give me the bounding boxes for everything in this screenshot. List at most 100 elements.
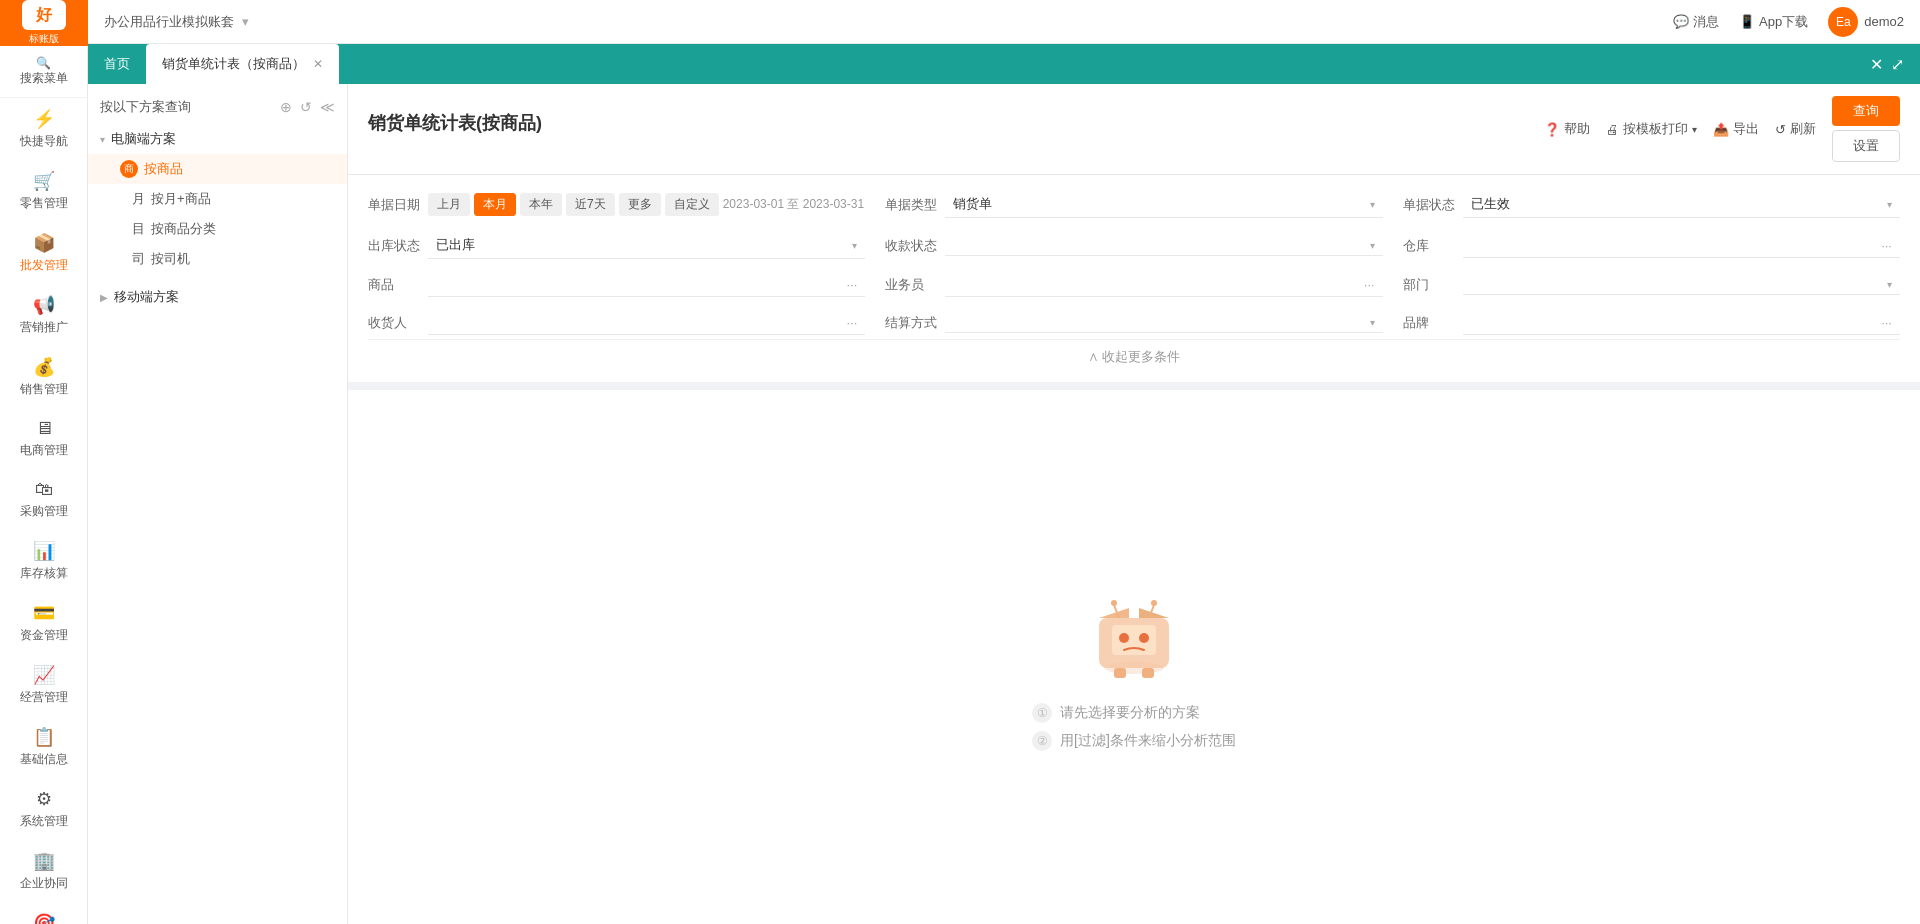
out-status-control[interactable]: 已出库 ▾ <box>428 232 865 259</box>
print-icon: 🖨 <box>1606 122 1619 137</box>
filter-department: 部门 ▾ <box>1403 275 1900 295</box>
sidebar-item-system[interactable]: ⚙ 系统管理 <box>0 778 88 840</box>
left-panel: 按以下方案查询 ⊕ ↺ ≪ ▾ 电脑端方案 商 按商品 月 <box>88 84 348 924</box>
empty-illustration <box>1074 563 1194 683</box>
doc-type-control[interactable]: 销货单 ▾ <box>945 191 1382 218</box>
collapse-panel-icon[interactable]: ≪ <box>320 99 335 115</box>
sidebar-item-sales[interactable]: 💰 销售管理 <box>0 346 88 408</box>
doc-type-label: 单据类型 <box>885 196 945 214</box>
user-menu[interactable]: Ea demo2 <box>1828 7 1904 37</box>
filter-collect-status: 收款状态 ▾ <box>885 236 1382 256</box>
empty-tip-2: ② 用[过滤]条件来缩小分析范围 <box>1032 731 1236 751</box>
refresh-btn[interactable]: ↺ 刷新 <box>1775 120 1816 138</box>
settlement-control[interactable]: ▾ <box>945 313 1382 333</box>
date-btn-last-month[interactable]: 上月 <box>428 193 470 216</box>
brand-control[interactable]: ··· <box>1463 311 1900 335</box>
department-label: 部门 <box>1403 276 1463 294</box>
message-btn[interactable]: 💬 消息 <box>1673 13 1719 31</box>
tab-sales-stats[interactable]: 销货单统计表（按商品） ✕ <box>146 44 339 84</box>
sidebar-item-marketing[interactable]: 📢 营销推广 <box>0 284 88 346</box>
item-icon-by-printer: 司 <box>132 250 145 268</box>
tree-item-by-goods[interactable]: 商 按商品 <box>88 154 347 184</box>
refresh-scheme-icon[interactable]: ↺ <box>300 99 312 115</box>
sidebar-item-wholesale[interactable]: 📦 批发管理 <box>0 222 88 284</box>
collect-status-arrow: ▾ <box>1370 240 1375 251</box>
receiver-control[interactable]: ··· <box>428 311 865 335</box>
date-btn-7days[interactable]: 近7天 <box>566 193 615 216</box>
tabbar: 首页 销货单统计表（按商品） ✕ ✕ ⤢ <box>88 44 1920 84</box>
brand-dots: ··· <box>1881 315 1892 330</box>
sidebar-item-operations[interactable]: 📈 经营管理 <box>0 654 88 716</box>
warehouse-dots: ··· <box>1881 238 1892 253</box>
tree-group-mobile-header[interactable]: ▶ 移动端方案 <box>88 282 347 312</box>
close-tab-btn[interactable]: ✕ <box>313 57 323 71</box>
filter-settlement: 结算方式 ▾ <box>885 313 1382 333</box>
doc-type-arrow: ▾ <box>1370 199 1375 210</box>
sidebar-item-search[interactable]: 🔍 搜索菜单 <box>0 46 88 98</box>
wholesale-icon: 📦 <box>33 232 55 254</box>
goods-control[interactable]: ··· <box>428 273 865 297</box>
sidebar-item-finance[interactable]: 💳 资金管理 <box>0 592 88 654</box>
salesperson-dots: ··· <box>1364 277 1375 292</box>
settlement-label: 结算方式 <box>885 314 945 332</box>
settlement-arrow: ▾ <box>1370 317 1375 328</box>
salesperson-control[interactable]: ··· <box>945 273 1382 297</box>
help-icon: ❓ <box>1544 122 1560 137</box>
collapse-filters-btn[interactable]: ∧ 收起更多条件 <box>368 339 1900 374</box>
sidebar-item-basics[interactable]: 📋 基础信息 <box>0 716 88 778</box>
sidebar-item-inventory[interactable]: 📊 库存核算 <box>0 530 88 592</box>
help-btn[interactable]: ❓ 帮助 <box>1544 120 1590 138</box>
tree-group-pc: ▾ 电脑端方案 商 按商品 月 按月+商品 目 按商品分类 司 按司机 <box>88 124 347 274</box>
topbar: 办公用品行业模拟账套 ▾ 💬 消息 📱 App下载 Ea demo2 <box>88 0 1920 44</box>
sidebar-item-newbie[interactable]: 🎯 新手引导 <box>0 902 88 924</box>
svg-rect-9 <box>1114 668 1126 678</box>
finance-icon: 💳 <box>33 602 55 624</box>
empty-state: ① 请先选择要分析的方案 ② 用[过滤]条件来缩小分析范围 <box>348 390 1920 924</box>
filter-panel: 单据日期 上月 本月 本年 近7天 更多 自定义 2023-03-01 至 20… <box>348 175 1920 382</box>
dropdown-arrow[interactable]: ▾ <box>242 14 249 29</box>
filter-row-1: 单据日期 上月 本月 本年 近7天 更多 自定义 2023-03-01 至 20… <box>368 191 1900 218</box>
tree-item-by-printer[interactable]: 司 按司机 <box>88 244 347 274</box>
collect-status-control[interactable]: ▾ <box>945 236 1382 256</box>
filter-row-4: 收货人 ··· 结算方式 ▾ <box>368 311 1900 335</box>
item-icon-by-goods-category: 目 <box>132 220 145 238</box>
tree-item-by-month-goods[interactable]: 月 按月+商品 <box>88 184 347 214</box>
settings-btn[interactable]: 设置 <box>1832 130 1900 162</box>
tab-home[interactable]: 首页 <box>88 44 146 84</box>
refresh-icon: ↺ <box>1775 122 1786 137</box>
query-btn[interactable]: 查询 <box>1832 96 1900 126</box>
sidebar-item-enterprise[interactable]: 🏢 企业协同 <box>0 840 88 902</box>
date-btn-this-year[interactable]: 本年 <box>520 193 562 216</box>
date-btn-current-month[interactable]: 本月 <box>474 193 516 216</box>
close-window-icon[interactable]: ✕ <box>1870 55 1883 74</box>
tree-group-pc-header[interactable]: ▾ 电脑端方案 <box>88 124 347 154</box>
date-btn-more[interactable]: 更多 <box>619 193 661 216</box>
warehouse-control[interactable]: ··· <box>1463 234 1900 258</box>
date-label: 单据日期 <box>368 196 428 214</box>
date-btn-custom[interactable]: 自定义 <box>665 193 719 216</box>
maximize-window-icon[interactable]: ⤢ <box>1891 55 1904 74</box>
sidebar-item-retail[interactable]: 🛒 零售管理 <box>0 160 88 222</box>
print-arrow: ▾ <box>1692 124 1697 135</box>
purchase-icon: 🛍 <box>35 479 53 500</box>
department-control[interactable]: ▾ <box>1463 275 1900 295</box>
content-body: 按以下方案查询 ⊕ ↺ ≪ ▾ 电脑端方案 商 按商品 月 <box>88 84 1920 924</box>
filter-doc-status: 单据状态 已生效 ▾ <box>1403 191 1900 218</box>
date-range: 2023-03-01 至 2023-03-31 <box>723 196 864 213</box>
export-btn[interactable]: 📤 导出 <box>1713 120 1759 138</box>
sidebar-item-quicknav[interactable]: ⚡ 快捷导航 <box>0 98 88 160</box>
sidebar-item-purchase[interactable]: 🛍 采购管理 <box>0 469 88 530</box>
doc-status-label: 单据状态 <box>1403 196 1463 214</box>
add-scheme-icon[interactable]: ⊕ <box>280 99 292 115</box>
message-icon: 💬 <box>1673 14 1689 29</box>
template-print-btn[interactable]: 🖨 按模板打印 ▾ <box>1606 120 1697 138</box>
sidebar: 好 标账版 🔍 搜索菜单 ⚡ 快捷导航 🛒 零售管理 📦 批发管理 📢 营销推广… <box>0 0 88 924</box>
empty-text: ① 请先选择要分析的方案 ② 用[过滤]条件来缩小分析范围 <box>1032 703 1236 751</box>
tree-item-by-goods-category[interactable]: 目 按商品分类 <box>88 214 347 244</box>
doc-status-control[interactable]: 已生效 ▾ <box>1463 191 1900 218</box>
left-panel-title: 按以下方案查询 <box>100 98 191 116</box>
filter-salesperson: 业务员 ··· <box>885 273 1382 297</box>
department-arrow: ▾ <box>1887 279 1892 290</box>
app-download-btn[interactable]: 📱 App下载 <box>1739 13 1808 31</box>
sidebar-item-ecom[interactable]: 🖥 电商管理 <box>0 408 88 469</box>
